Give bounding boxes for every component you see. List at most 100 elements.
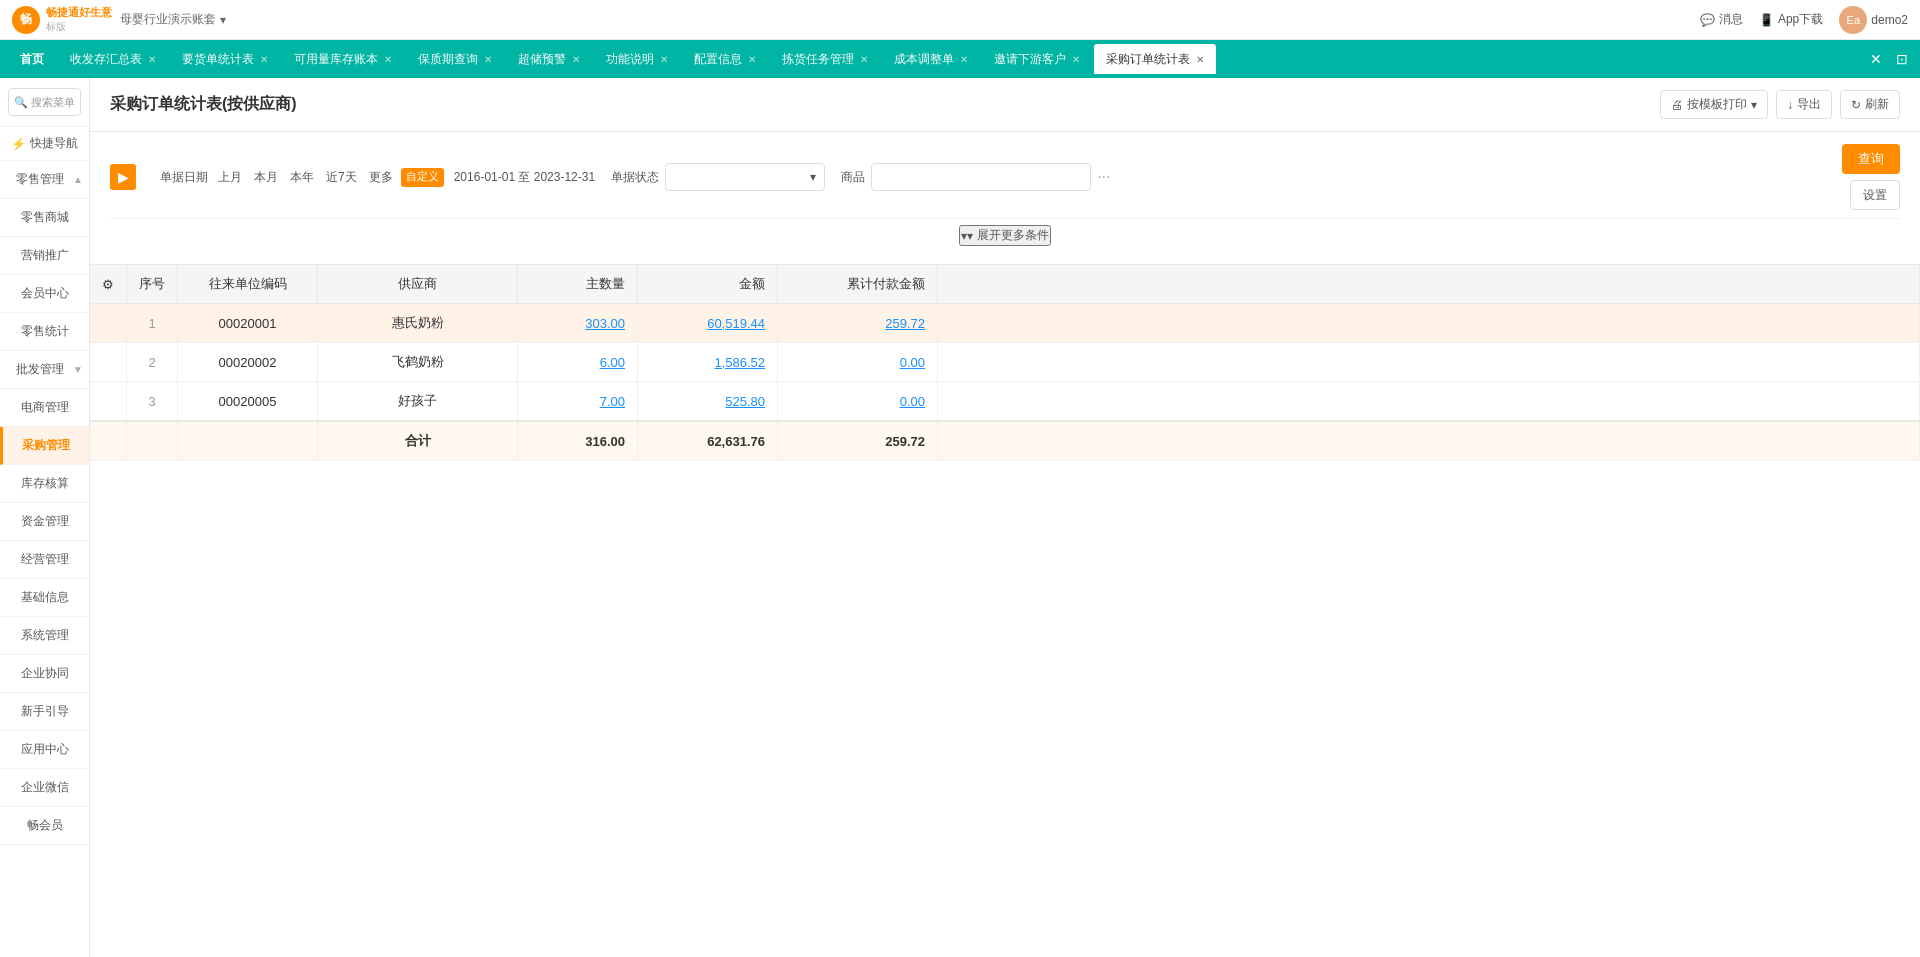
row-settings [90, 304, 127, 343]
tab-picking-close[interactable]: ✕ [860, 54, 868, 65]
row-qty[interactable]: 6.00 [518, 343, 638, 382]
page-header-actions: 🖨 按模板打印 ▾ ↓ 导出 ↻ 刷新 [1660, 90, 1900, 119]
tab-invite-close[interactable]: ✕ [1072, 54, 1080, 65]
table-row[interactable]: 1 00020001 惠氏奶粉 303.00 60,519.44 259.72 [90, 304, 1920, 343]
row-amount[interactable]: 525.80 [638, 382, 778, 422]
shortcut-this-year[interactable]: 本年 [286, 168, 318, 187]
status-select[interactable]: ▾ [665, 163, 825, 191]
tab-function-desc[interactable]: 功能说明 ✕ [594, 44, 680, 74]
tab-cost-adjust[interactable]: 成本调整单 ✕ [882, 44, 980, 74]
sidebar-item-member[interactable]: 会员中心 [0, 275, 89, 313]
tab-overstock-close[interactable]: ✕ [572, 54, 580, 65]
date-range-display: 2016-01-01 至 2023-12-31 [454, 169, 595, 186]
tab-purchase-stats[interactable]: 采购订单统计表 ✕ [1094, 44, 1216, 74]
sidebar-item-wholesale-label: 批发管理 [6, 361, 73, 378]
custom-date-tag[interactable]: 自定义 [401, 168, 444, 187]
date-filter-label: 单据日期 [160, 169, 208, 186]
sidebar-item-retail-stats[interactable]: 零售统计 [0, 313, 89, 351]
quick-nav-area[interactable]: ⚡ 快捷导航 [0, 127, 89, 161]
print-btn[interactable]: 🖨 按模板打印 ▾ [1660, 90, 1768, 119]
tab-receive-send-close[interactable]: ✕ [148, 54, 156, 65]
tab-expiry-label: 保质期查询 [418, 51, 478, 68]
sidebar-item-retail-mall-label: 零售商城 [6, 209, 83, 226]
tab-overstock[interactable]: 超储预警 ✕ [506, 44, 592, 74]
row-code: 00020005 [178, 382, 318, 422]
tab-receive-send[interactable]: 收发存汇总表 ✕ [58, 44, 168, 74]
row-paid[interactable]: 259.72 [778, 304, 938, 343]
sidebar-item-retail-mgmt[interactable]: 零售管理 ▲ [0, 161, 89, 199]
tab-goods-stats[interactable]: 要货单统计表 ✕ [170, 44, 280, 74]
table-row[interactable]: 2 00020002 飞鹤奶粉 6.00 1,586.52 0.00 [90, 343, 1920, 382]
tab-goods-stats-close[interactable]: ✕ [260, 54, 268, 65]
row-code: 00020002 [178, 343, 318, 382]
refresh-btn[interactable]: ↻ 刷新 [1840, 90, 1900, 119]
sidebar-item-app-center[interactable]: 应用中心 [0, 731, 89, 769]
row-qty[interactable]: 303.00 [518, 304, 638, 343]
sidebar-item-enterprise-collab[interactable]: 企业协同 [0, 655, 89, 693]
user-area[interactable]: Ea demo2 [1839, 6, 1908, 34]
sidebar-item-finance[interactable]: 资金管理 [0, 503, 89, 541]
tab-home[interactable]: 首页 [8, 44, 56, 74]
message-btn[interactable]: 💬 消息 [1700, 11, 1743, 28]
row-paid[interactable]: 0.00 [778, 343, 938, 382]
row-amount[interactable]: 1,586.52 [638, 343, 778, 382]
shortcut-this-month[interactable]: 本月 [250, 168, 282, 187]
shortcut-more[interactable]: 更多 [365, 168, 397, 187]
filter-row-1: ▶ 单据日期 上月 本月 本年 近7天 更多 自定义 2016-01-01 至 … [110, 144, 1900, 210]
sidebar-item-enterprise-wechat[interactable]: 企业微信 [0, 769, 89, 807]
tab-expiry-query[interactable]: 保质期查询 ✕ [406, 44, 504, 74]
goods-input[interactable] [871, 163, 1091, 191]
filter-toggle-btn[interactable]: ▶ [110, 164, 136, 190]
nav-maximize-btn[interactable]: ⊡ [1892, 49, 1912, 69]
table-row[interactable]: 3 00020005 好孩子 7.00 525.80 0.00 [90, 382, 1920, 422]
tab-available-stock-close[interactable]: ✕ [384, 54, 392, 65]
goods-filter-dots[interactable]: ··· [1097, 168, 1110, 186]
tab-invite-label: 邀请下游客户 [994, 51, 1066, 68]
tab-cost-label: 成本调整单 [894, 51, 954, 68]
tab-function-close[interactable]: ✕ [660, 54, 668, 65]
tab-config-close[interactable]: ✕ [748, 54, 756, 65]
query-btn[interactable]: 查询 [1842, 144, 1900, 174]
tab-picking-task[interactable]: 拣货任务管理 ✕ [770, 44, 880, 74]
row-qty[interactable]: 7.00 [518, 382, 638, 422]
gear-icon: ⚙ [102, 277, 114, 292]
sidebar-item-basic-info[interactable]: 基础信息 [0, 579, 89, 617]
sidebar-item-newbie[interactable]: 新手引导 [0, 693, 89, 731]
sidebar-item-purchase-mgmt[interactable]: 采购管理 [0, 427, 89, 465]
page-title: 采购订单统计表(按供应商) [110, 94, 297, 115]
tab-cost-close[interactable]: ✕ [960, 54, 968, 65]
filter-settings-btn[interactable]: 设置 [1850, 180, 1900, 210]
sidebar-item-system-mgmt[interactable]: 系统管理 [0, 617, 89, 655]
tab-home-label: 首页 [20, 51, 44, 68]
tab-config-info[interactable]: 配置信息 ✕ [682, 44, 768, 74]
shortcut-last-month[interactable]: 上月 [214, 168, 246, 187]
tab-available-stock[interactable]: 可用量库存账本 ✕ [282, 44, 404, 74]
sidebar-item-wholesale[interactable]: 批发管理 ▼ [0, 351, 89, 389]
sidebar-item-marketing[interactable]: 营销推广 [0, 237, 89, 275]
col-header-settings[interactable]: ⚙ [90, 265, 127, 304]
sidebar-item-ecommerce[interactable]: 电商管理 [0, 389, 89, 427]
tab-invite-downstream[interactable]: 邀请下游客户 ✕ [982, 44, 1092, 74]
tab-purchase-stats-close[interactable]: ✕ [1196, 54, 1204, 65]
breadcrumb[interactable]: 母婴行业演示账套 ▾ [120, 11, 226, 28]
sidebar-item-wechat-label: 企业微信 [6, 779, 83, 796]
expand-down-icon: ▾▾ [961, 229, 973, 243]
shortcut-last-7days[interactable]: 近7天 [322, 168, 361, 187]
tab-expiry-close[interactable]: ✕ [484, 54, 492, 65]
app-download-btn[interactable]: 📱 App下载 [1759, 11, 1823, 28]
sidebar-item-stock-check[interactable]: 库存核算 [0, 465, 89, 503]
filter-status-item: 单据状态 ▾ [611, 163, 825, 191]
tab-receive-send-label: 收发存汇总表 [70, 51, 142, 68]
search-menu-btn[interactable]: 🔍 搜索菜单 [8, 88, 81, 116]
sidebar-item-member-card[interactable]: 畅会员 [0, 807, 89, 845]
message-label: 消息 [1719, 11, 1743, 28]
main-layout: 🔍 搜索菜单 ⚡ 快捷导航 零售管理 ▲ 零售商城 营销推广 会员中心 零售统计 [0, 78, 1920, 957]
sidebar-item-operation[interactable]: 经营管理 [0, 541, 89, 579]
nav-close-btn[interactable]: ✕ [1866, 49, 1886, 69]
sidebar-item-retail-mall[interactable]: 零售商城 [0, 199, 89, 237]
row-amount[interactable]: 60,519.44 [638, 304, 778, 343]
row-paid[interactable]: 0.00 [778, 382, 938, 422]
tab-available-stock-label: 可用量库存账本 [294, 51, 378, 68]
expand-more-btn[interactable]: ▾▾ 展开更多条件 [959, 225, 1051, 246]
export-btn[interactable]: ↓ 导出 [1776, 90, 1832, 119]
